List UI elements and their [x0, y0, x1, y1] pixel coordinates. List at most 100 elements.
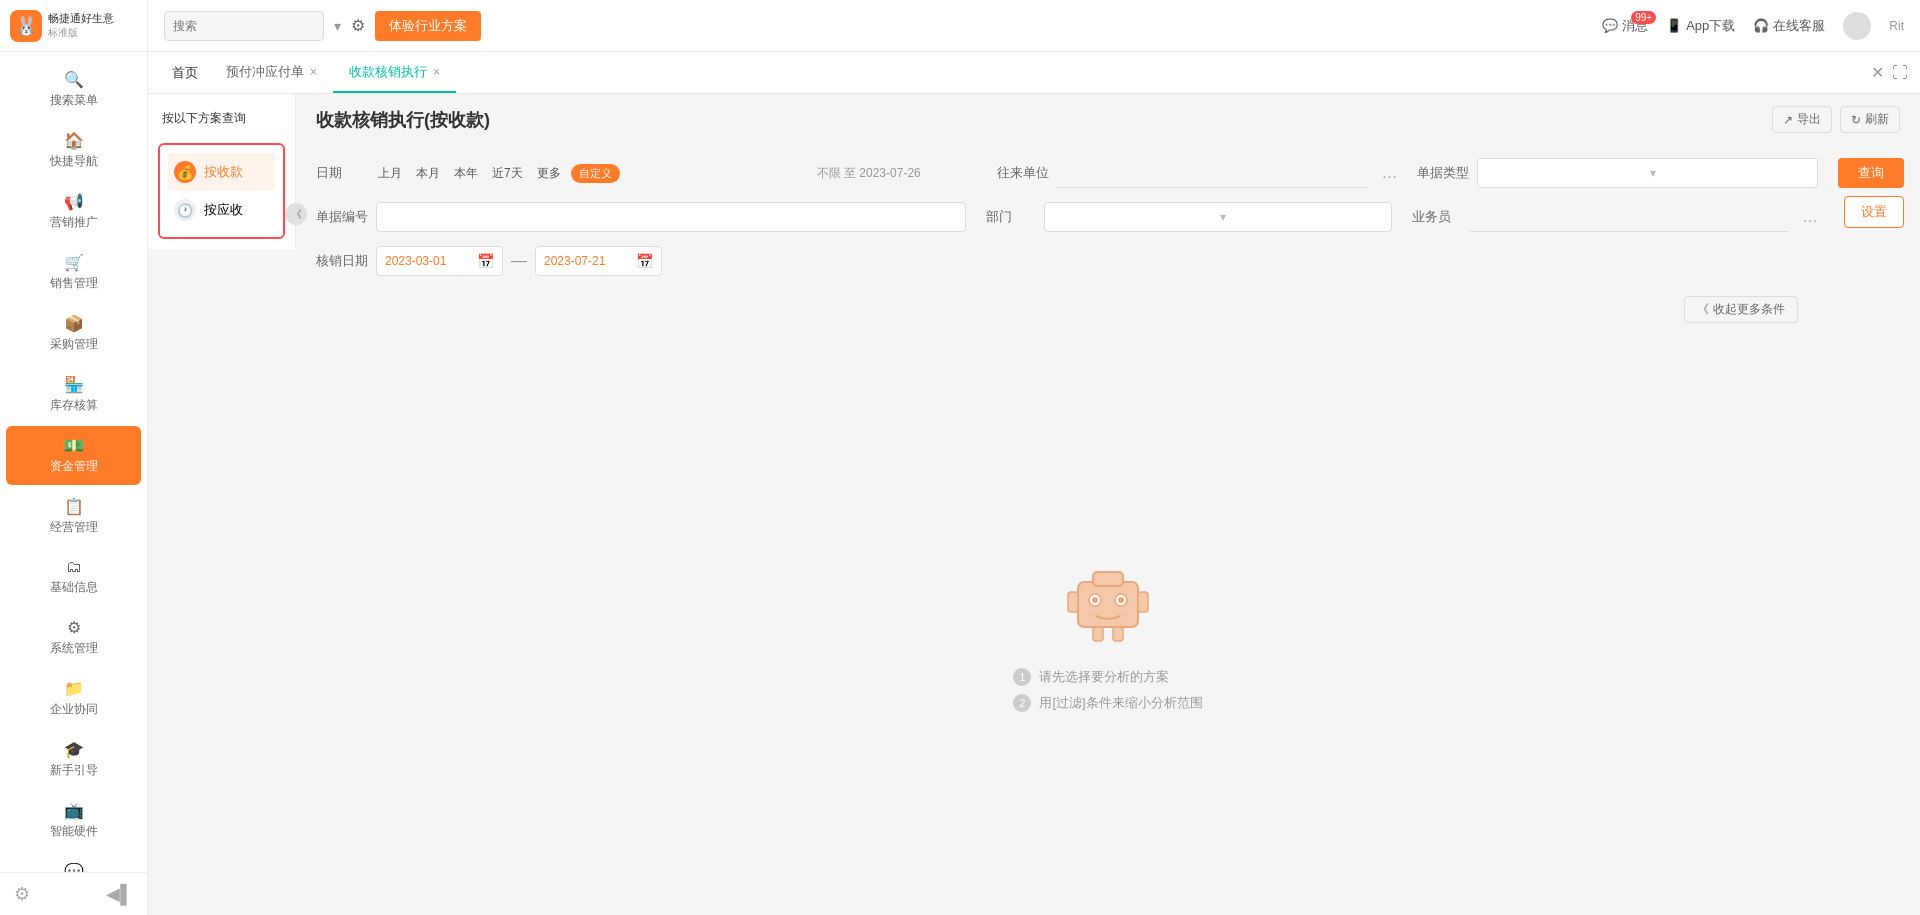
sidebar-bottom: ⚙ ◀▌	[0, 872, 147, 915]
verify-date-field: 核销日期 📅 — 📅	[316, 246, 975, 276]
sidebar-item-快捷导航[interactable]: 🏠 快捷导航	[6, 121, 141, 180]
filter-panel-wrapper: 按以下方案查询 💰 按收款 🕐 按应收 《	[148, 94, 296, 915]
user-name: Rit	[1889, 19, 1904, 33]
sidebar-icon-6: 💵	[64, 436, 84, 455]
date-opt-last-month[interactable]: 上月	[374, 163, 406, 184]
sidebar-icon-1: 🏠	[64, 131, 84, 150]
tab-prepay-close[interactable]: ×	[310, 65, 317, 79]
sidebar-item-采购管理[interactable]: 📦 采购管理	[6, 304, 141, 363]
tip-num-2: 2	[1013, 694, 1031, 712]
tabs-right: ✕ ⛶	[1871, 63, 1908, 82]
sidebar-icon-10: 📁	[64, 679, 84, 698]
sidebar-label-9: 系统管理	[50, 640, 98, 657]
collapse-more-icon: 《	[1697, 301, 1709, 318]
verify-date-label: 核销日期	[316, 252, 368, 270]
empty-tip-1: 1 请先选择要分析的方案	[1013, 668, 1169, 686]
doc-type-select[interactable]: ▾	[1477, 158, 1818, 188]
date-opt-this-month[interactable]: 本月	[412, 163, 444, 184]
sidebar-icon-0: 🔍	[64, 70, 84, 89]
refresh-button[interactable]: ↻ 刷新	[1840, 106, 1900, 133]
message-badge[interactable]: 💬 消息 99+	[1602, 17, 1648, 35]
tab-home[interactable]: 首页	[160, 52, 210, 93]
sidebar-item-系统管理[interactable]: ⚙ 系统管理	[6, 608, 141, 667]
verify-date-end-input[interactable]	[544, 254, 632, 268]
verify-date-start-icon: 📅	[477, 253, 494, 269]
user-avatar[interactable]	[1843, 12, 1871, 40]
collapse-filter-button[interactable]: 《	[285, 203, 307, 225]
sidebar-label-1: 快捷导航	[50, 153, 98, 170]
topbar-left: ▾ ⚙ 体验行业方案	[164, 11, 481, 41]
message-icon: 💬	[1602, 18, 1618, 33]
app-logo: 🐰 畅捷通好生意 标准版	[0, 0, 147, 52]
sidebar-item-库存核算[interactable]: 🏪 库存核算	[6, 365, 141, 424]
settings-icon[interactable]: ⚙	[14, 883, 30, 905]
sidebar: 🐰 畅捷通好生意 标准版 🔍 搜索菜单 🏠 快捷导航 📢 营销推广 🛒 销售管理…	[0, 0, 148, 915]
main-area: ▾ ⚙ 体验行业方案 💬 消息 99+ 📱 App下载 🎧 在线客服 Rit	[148, 0, 1920, 915]
doc-no-input[interactable]	[376, 202, 966, 232]
sidebar-item-经营管理[interactable]: 📋 经营管理	[6, 487, 141, 546]
date-label: 日期	[316, 164, 366, 182]
tab-receivable-verify-close[interactable]: ×	[433, 65, 440, 79]
settings-button[interactable]: 设置	[1844, 196, 1904, 228]
verify-date-range: 📅 — 📅	[376, 246, 662, 276]
collapse-sidebar-icon[interactable]: ◀▌	[106, 883, 133, 905]
filter-box: 💰 按收款 🕐 按应收	[158, 143, 285, 239]
svg-rect-0	[1078, 582, 1138, 627]
sidebar-label-0: 搜索菜单	[50, 92, 98, 109]
tab-receivable-verify[interactable]: 收款核销执行 ×	[333, 52, 456, 93]
doc-type-dropdown-icon: ▾	[1650, 166, 1809, 180]
app-download-icon: 📱	[1666, 18, 1682, 33]
filter-item-by-receivable[interactable]: 🕐 按应收	[168, 191, 275, 229]
sidebar-item-新手引导[interactable]: 🎓 新手引导	[6, 730, 141, 789]
sidebar-item-营销推广[interactable]: 📢 营销推广	[6, 182, 141, 241]
svg-point-5	[1118, 597, 1124, 603]
date-opt-this-year[interactable]: 本年	[450, 163, 482, 184]
form-row-1: 日期 上月 本月 本年 近7天 更多 自定义 不限 至 2023-0	[316, 158, 1818, 188]
industry-solution-button[interactable]: 体验行业方案	[375, 11, 481, 41]
expand-tab-button[interactable]: ⛶	[1892, 64, 1908, 82]
filter-panel-title: 按以下方案查询	[158, 104, 285, 133]
tab-prepay[interactable]: 预付冲应付单 ×	[210, 52, 333, 93]
collapse-more-button[interactable]: 《 收起更多条件	[1684, 296, 1798, 323]
sidebar-icon-7: 📋	[64, 497, 84, 516]
online-service-link[interactable]: 🎧 在线客服	[1753, 17, 1825, 35]
form-header: 收款核销执行(按收款) ↗ 导出 ↻ 刷新	[296, 94, 1920, 142]
sidebar-item-基础信息[interactable]: 🗂 基础信息	[6, 548, 141, 606]
dropdown-chevron-icon[interactable]: ▾	[334, 18, 341, 34]
sidebar-label-5: 库存核算	[50, 397, 98, 414]
export-icon: ↗	[1783, 113, 1793, 127]
topbar-gear-icon[interactable]: ⚙	[351, 16, 365, 35]
sidebar-item-资金管理[interactable]: 💵 资金管理	[6, 426, 141, 485]
form-and-buttons: 日期 上月 本月 本年 近7天 更多 自定义 不限 至 2023-0	[296, 142, 1920, 349]
sidebar-item-企业协同[interactable]: 📁 企业协同	[6, 669, 141, 728]
export-button[interactable]: ↗ 导出	[1772, 106, 1832, 133]
sidebar-item-销售管理[interactable]: 🛒 销售管理	[6, 243, 141, 302]
staff-more-icon[interactable]: …	[1802, 208, 1818, 226]
tip-text-2: 用[过滤]条件来缩小分析范围	[1039, 694, 1202, 712]
sidebar-label-3: 销售管理	[50, 275, 98, 292]
close-tab-button[interactable]: ✕	[1871, 63, 1884, 82]
sidebar-item-搜索菜单[interactable]: 🔍 搜索菜单	[6, 60, 141, 119]
sidebar-icon-2: 📢	[64, 192, 84, 211]
by-receivable-icon: 🕐	[174, 199, 196, 221]
svg-rect-8	[1093, 627, 1103, 641]
empty-illustration	[1058, 552, 1158, 652]
counterpart-more-icon[interactable]: …	[1381, 164, 1397, 182]
filter-item-by-receipt[interactable]: 💰 按收款	[168, 153, 275, 191]
date-opt-more[interactable]: 更多	[533, 163, 565, 184]
app-download-link[interactable]: 📱 App下载	[1666, 17, 1735, 35]
sidebar-item-智能硬件[interactable]: 📺 智能硬件	[6, 791, 141, 850]
dept-select[interactable]: ▾	[1044, 202, 1392, 232]
verify-date-start-wrap: 📅	[376, 246, 503, 276]
verify-date-start-input[interactable]	[385, 254, 473, 268]
date-opt-custom[interactable]: 自定义	[571, 164, 620, 183]
query-button[interactable]: 查询	[1838, 158, 1904, 188]
sidebar-item-企业微信[interactable]: 💬 企业微信	[6, 852, 141, 872]
sidebar-label-4: 采购管理	[50, 336, 98, 353]
search-input[interactable]	[164, 11, 324, 41]
content-right: 收款核销执行(按收款) ↗ 导出 ↻ 刷新	[296, 94, 1920, 915]
date-opt-7days[interactable]: 近7天	[488, 163, 527, 184]
doc-no-field: 单据编号	[316, 202, 966, 232]
dept-label: 部门	[986, 208, 1036, 226]
date-field: 日期 上月 本月 本年 近7天 更多 自定义	[316, 163, 797, 184]
